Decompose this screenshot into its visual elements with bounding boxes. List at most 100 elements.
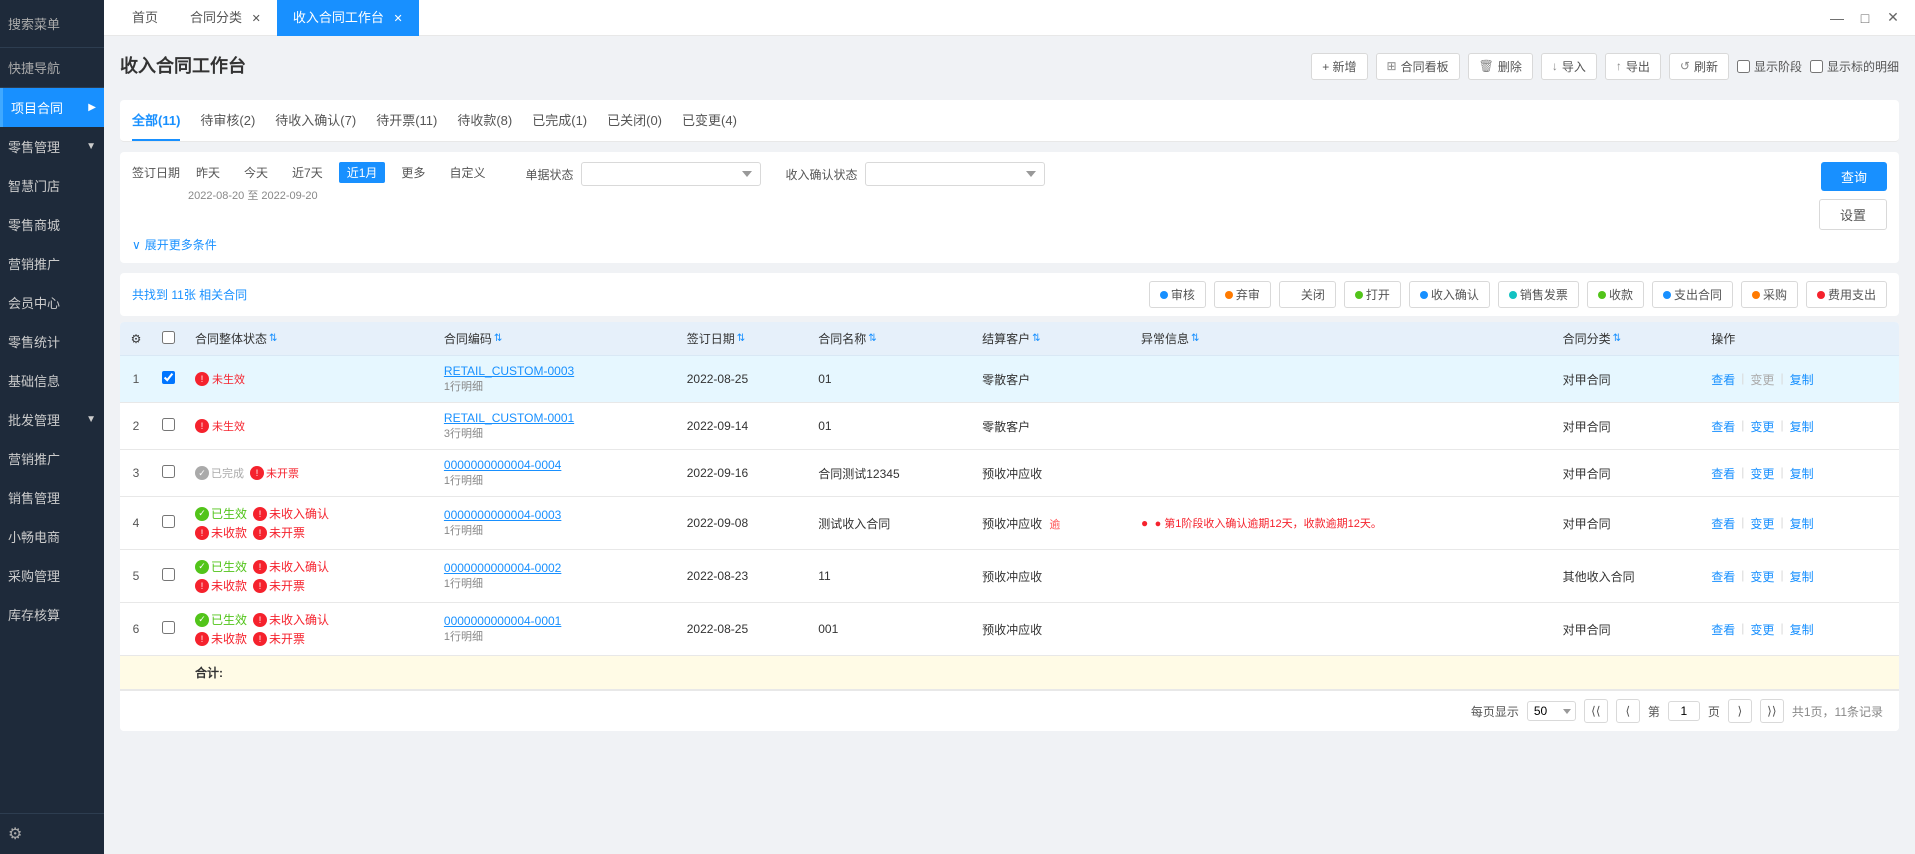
maximize-button[interactable]: □: [1855, 8, 1875, 28]
view-link-6[interactable]: 查看: [1711, 621, 1735, 638]
new-button[interactable]: + 新增: [1311, 53, 1367, 80]
th-code[interactable]: 合同编码 ⇅: [434, 322, 677, 356]
gear-icon[interactable]: ⚙: [8, 826, 22, 843]
sidebar-item-purchase[interactable]: 采购管理: [0, 556, 104, 595]
tab-close-contract-type[interactable]: ✕: [252, 13, 261, 25]
export-button[interactable]: ↑ 导出: [1605, 53, 1661, 80]
minimize-button[interactable]: —: [1827, 8, 1847, 28]
sidebar-item-inventory[interactable]: 库存核算: [0, 595, 104, 634]
purchase-button[interactable]: 采购: [1741, 281, 1798, 308]
sidebar-item-xiaochang[interactable]: 小畅电商: [0, 517, 104, 556]
row-code-3[interactable]: 0000000000004-0004 1行明细: [434, 450, 677, 497]
row-code-4[interactable]: 0000000000004-0003 1行明细: [434, 497, 677, 550]
date-opt-last7[interactable]: 近7天: [284, 162, 331, 183]
page-size-select[interactable]: 50 10 20 100: [1527, 701, 1576, 721]
date-opt-yesterday[interactable]: 昨天: [188, 162, 228, 183]
sidebar-search[interactable]: 搜索菜单: [0, 0, 104, 48]
sidebar-item-marketing[interactable]: 营销推广: [0, 244, 104, 283]
gear-settings-icon[interactable]: ⚙: [131, 332, 142, 346]
close-contract-button[interactable]: 关闭: [1279, 281, 1336, 308]
copy-link-3[interactable]: 复制: [1790, 465, 1814, 482]
row-checkbox-2[interactable]: [152, 403, 185, 450]
th-status[interactable]: 合同整体状态 ⇅: [185, 322, 434, 356]
select-all-checkbox[interactable]: [162, 331, 175, 344]
sidebar-item-wholesale[interactable]: 批发管理 ▼: [0, 400, 104, 439]
sidebar-item-project[interactable]: 项目合同 ▶: [0, 88, 104, 127]
th-exception[interactable]: 异常信息 ⇅: [1131, 322, 1553, 356]
change-link-2[interactable]: 变更: [1750, 418, 1774, 435]
row-code-1[interactable]: RETAIL_CUSTOM-0003 1行明细: [434, 356, 677, 403]
sidebar-item-smart-store[interactable]: 智慧门店: [0, 166, 104, 205]
date-opt-last1month[interactable]: 近1月: [339, 162, 386, 183]
th-category[interactable]: 合同分类 ⇅: [1553, 322, 1702, 356]
sidebar-item-member[interactable]: 会员中心: [0, 283, 104, 322]
tab-pending-confirm[interactable]: 待收入确认(7): [275, 100, 356, 141]
row-code-2[interactable]: RETAIL_CUSTOM-0001 3行明细: [434, 403, 677, 450]
view-link-3[interactable]: 查看: [1711, 465, 1735, 482]
date-opt-custom[interactable]: 自定义: [441, 162, 493, 183]
tab-pending-invoice[interactable]: 待开票(11): [376, 100, 437, 141]
tab-close-income-workbench[interactable]: ✕: [394, 13, 403, 25]
sidebar-item-online-store[interactable]: 零售商城: [0, 205, 104, 244]
change-link-6[interactable]: 变更: [1750, 621, 1774, 638]
last-page-button[interactable]: ⟩⟩: [1760, 699, 1784, 723]
date-opt-today[interactable]: 今天: [236, 162, 276, 183]
th-checkbox[interactable]: [152, 322, 185, 356]
row-checkbox-4[interactable]: [152, 497, 185, 550]
th-gear[interactable]: ⚙: [120, 322, 152, 356]
row-checkbox-3[interactable]: [152, 450, 185, 497]
close-button[interactable]: ✕: [1883, 8, 1903, 28]
tab-closed[interactable]: 已关闭(0): [607, 100, 662, 141]
show-details-checkbox[interactable]: 显示标的明细: [1810, 58, 1899, 75]
change-link-1[interactable]: 变更: [1750, 371, 1774, 388]
sidebar-item-basic-info[interactable]: 基础信息: [0, 361, 104, 400]
sidebar-item-retail-mgmt[interactable]: 零售管理 ▼: [0, 127, 104, 166]
review-button[interactable]: 审核: [1149, 281, 1206, 308]
sidebar-item-sales-mgmt[interactable]: 销售管理: [0, 478, 104, 517]
row-checkbox-5[interactable]: [152, 550, 185, 603]
th-customer[interactable]: 结算客户 ⇅: [972, 322, 1131, 356]
expense-button[interactable]: 费用支出: [1806, 281, 1887, 308]
copy-link-5[interactable]: 复制: [1790, 568, 1814, 585]
tab-pending-payment[interactable]: 待收款(8): [457, 100, 512, 141]
row-checkbox-1[interactable]: [152, 356, 185, 403]
prev-page-button[interactable]: ⟨: [1616, 699, 1640, 723]
abandon-button[interactable]: 弃审: [1214, 281, 1271, 308]
view-link-4[interactable]: 查看: [1711, 515, 1735, 532]
view-link-1[interactable]: 查看: [1711, 371, 1735, 388]
pay-contract-button[interactable]: 支出合同: [1652, 281, 1733, 308]
set-button[interactable]: 设置: [1819, 199, 1887, 230]
tab-income-workbench[interactable]: 收入合同工作台 ✕: [277, 0, 419, 36]
delete-button[interactable]: 🗑 删除: [1468, 53, 1533, 80]
tab-pending-review[interactable]: 待审核(2): [200, 100, 255, 141]
copy-link-2[interactable]: 复制: [1790, 418, 1814, 435]
copy-link-6[interactable]: 复制: [1790, 621, 1814, 638]
th-name[interactable]: 合同名称 ⇅: [808, 322, 972, 356]
open-contract-button[interactable]: 打开: [1344, 281, 1401, 308]
copy-link-1[interactable]: 复制: [1790, 371, 1814, 388]
row-code-5[interactable]: 0000000000004-0002 1行明细: [434, 550, 677, 603]
expand-conditions-button[interactable]: ∨ 展开更多条件: [132, 236, 1887, 253]
sidebar-quick-nav[interactable]: 快捷导航: [0, 48, 104, 88]
view-link-2[interactable]: 查看: [1711, 418, 1735, 435]
import-button[interactable]: ↓ 导入: [1541, 53, 1597, 80]
doc-status-select[interactable]: [581, 162, 761, 186]
collect-button[interactable]: 收款: [1587, 281, 1644, 308]
change-link-3[interactable]: 变更: [1750, 465, 1774, 482]
change-link-5[interactable]: 变更: [1750, 568, 1774, 585]
date-opt-more[interactable]: 更多: [393, 162, 433, 183]
view-link-5[interactable]: 查看: [1711, 568, 1735, 585]
change-link-4[interactable]: 变更: [1750, 515, 1774, 532]
income-confirm-select[interactable]: [865, 162, 1045, 186]
tab-home[interactable]: 首页: [116, 0, 174, 36]
show-stages-checkbox[interactable]: 显示阶段: [1737, 58, 1802, 75]
tab-completed[interactable]: 已完成(1): [532, 100, 587, 141]
refresh-button[interactable]: ↺ 刷新: [1669, 53, 1729, 80]
row-code-6[interactable]: 0000000000004-0001 1行明细: [434, 603, 677, 656]
sidebar-item-marketing2[interactable]: 营销推广: [0, 439, 104, 478]
copy-link-4[interactable]: 复制: [1790, 515, 1814, 532]
tab-changed[interactable]: 已变更(4): [682, 100, 737, 141]
tab-all[interactable]: 全部(11): [132, 100, 180, 141]
current-page-input[interactable]: [1668, 701, 1700, 721]
tab-contract-type[interactable]: 合同分类 ✕: [174, 0, 277, 36]
